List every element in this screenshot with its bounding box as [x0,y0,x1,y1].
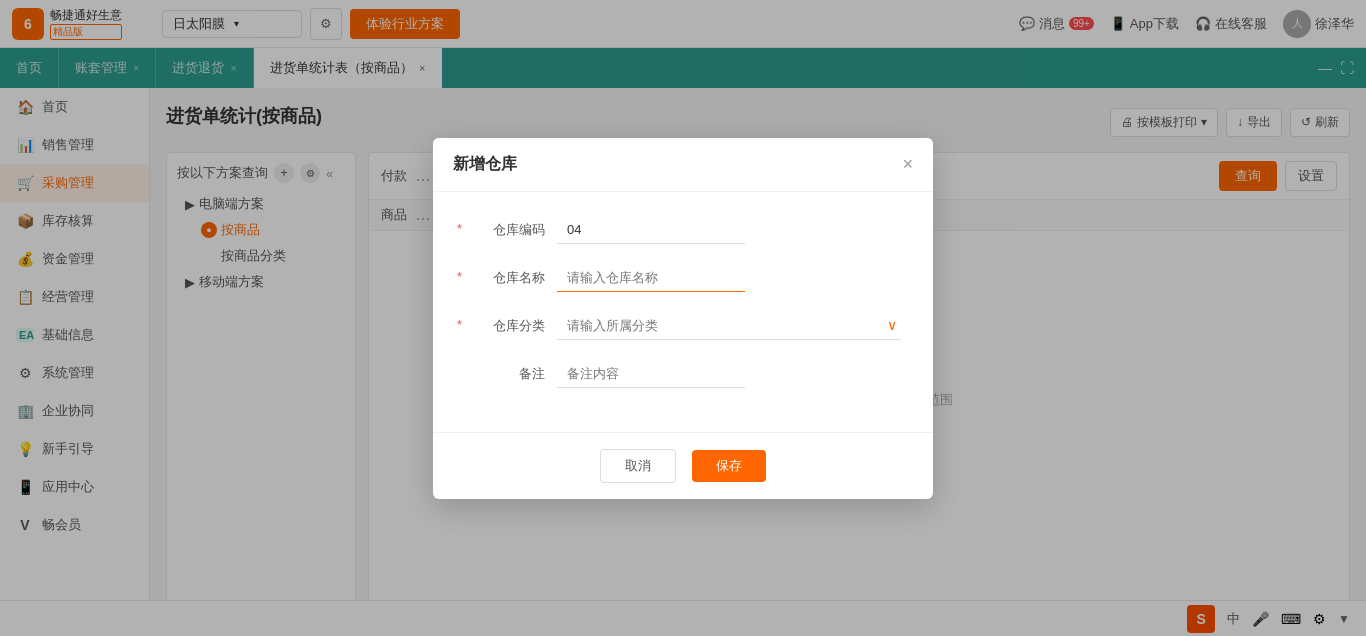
name-input[interactable] [557,264,745,292]
modal-close-button[interactable]: × [902,154,913,175]
save-button[interactable]: 保存 [692,450,766,482]
category-label: 仓库分类 [465,317,545,335]
modal-footer: 取消 保存 [433,432,933,499]
modal-title: 新增仓库 [453,154,517,175]
form-row-code: 仓库编码 [465,216,901,244]
name-label: 仓库名称 [465,269,545,287]
form-row-category: 仓库分类 ∨ [465,312,901,340]
category-select-wrapper: ∨ [557,312,901,340]
name-input-wrapper [557,264,901,292]
modal-overlay: 新增仓库 × 仓库编码 仓库名称 仓库分类 [0,0,1366,636]
form-row-name: 仓库名称 [465,264,901,292]
code-input-wrapper [557,216,901,244]
add-warehouse-modal: 新增仓库 × 仓库编码 仓库名称 仓库分类 [433,138,933,499]
modal-body: 仓库编码 仓库名称 仓库分类 ∨ [433,192,933,432]
category-input[interactable] [557,312,887,339]
category-dropdown-icon[interactable]: ∨ [887,317,901,333]
form-row-note: 备注 [465,360,901,388]
code-input[interactable] [557,216,745,244]
note-input-wrapper [557,360,901,388]
note-input[interactable] [557,360,745,388]
code-label: 仓库编码 [465,221,545,239]
note-label: 备注 [465,365,545,383]
cancel-button[interactable]: 取消 [600,449,676,483]
modal-header: 新增仓库 × [433,138,933,192]
